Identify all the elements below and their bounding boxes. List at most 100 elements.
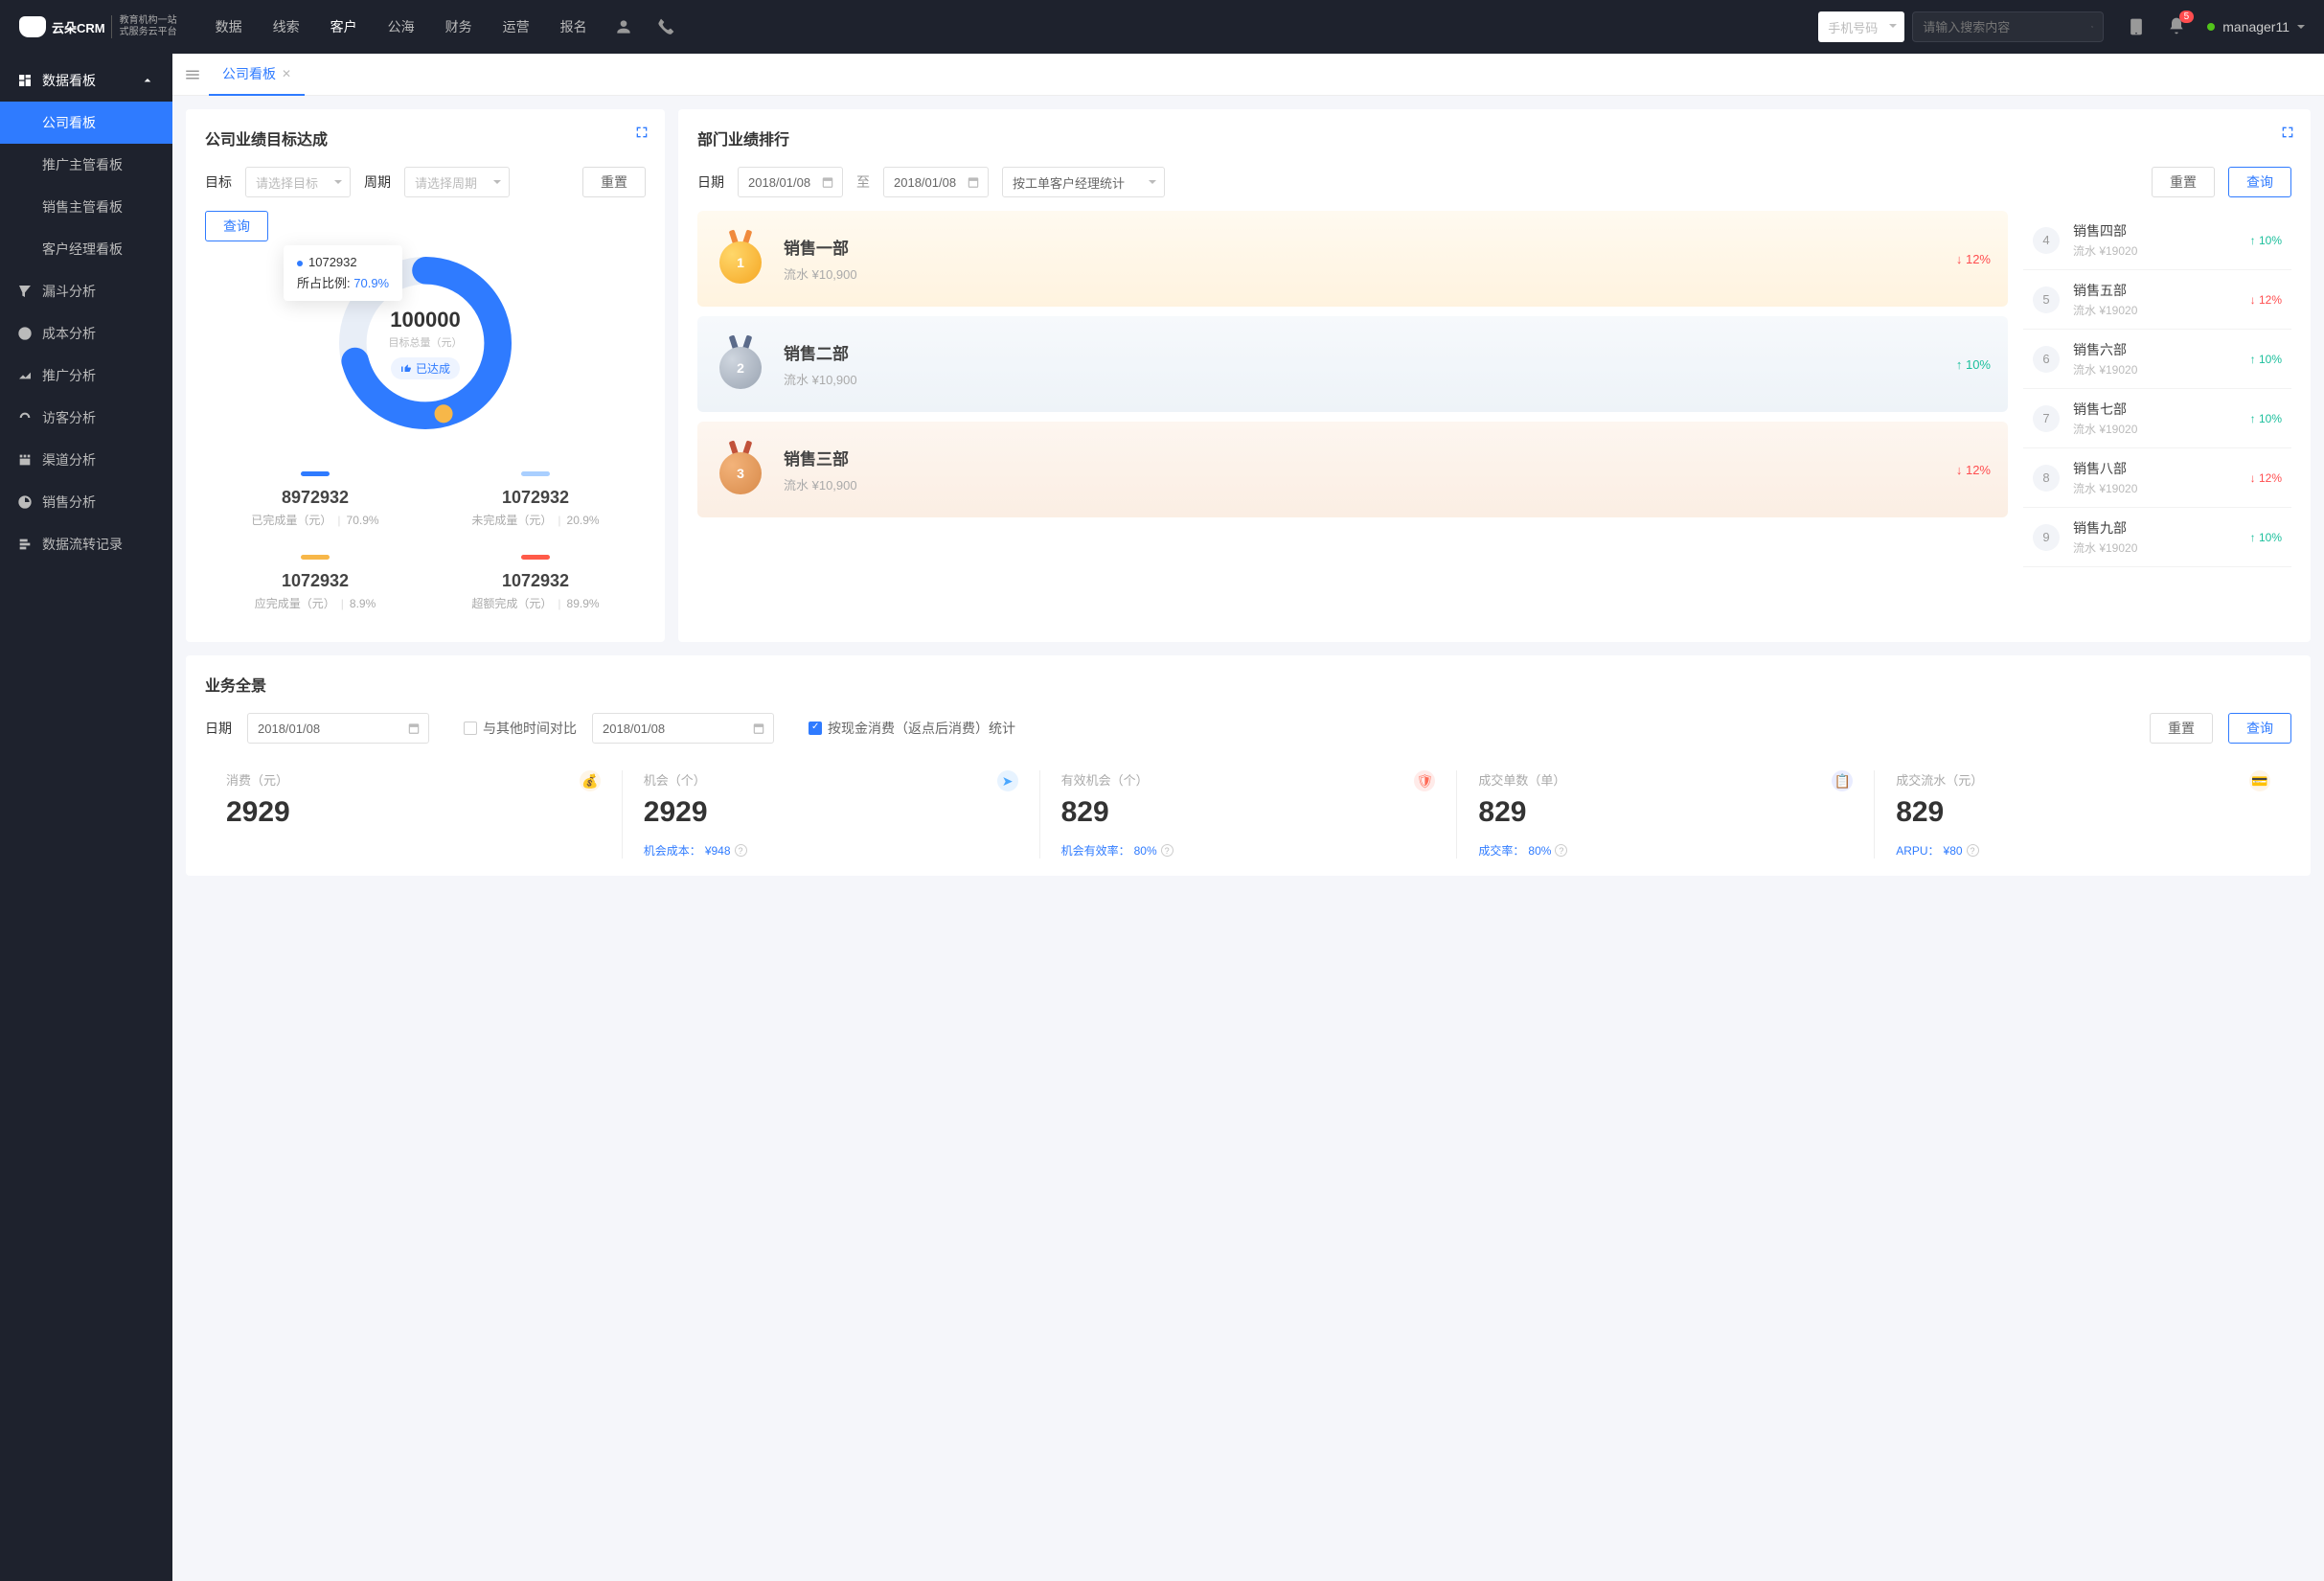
- mobile-icon[interactable]: [2127, 17, 2146, 36]
- person-icon[interactable]: [614, 17, 633, 36]
- sidebar-item-销售主管看板[interactable]: 销售主管看板: [0, 186, 172, 228]
- help-icon[interactable]: ?: [1161, 844, 1173, 857]
- help-icon[interactable]: ?: [1967, 844, 1979, 857]
- rank-row-5[interactable]: 5销售五部流水 ¥1902012%: [2023, 270, 2291, 330]
- expand-icon[interactable]: [2280, 125, 2295, 140]
- sidebar-item-公司看板[interactable]: 公司看板: [0, 102, 172, 144]
- biz-date-label: 日期: [205, 719, 232, 738]
- biz-reset-button[interactable]: 重置: [2150, 713, 2213, 744]
- rankings-card-title: 部门业绩排行: [697, 126, 2291, 149]
- sidebar-entry-成本分析[interactable]: 成本分析: [0, 312, 172, 355]
- search-input[interactable]: [1923, 20, 2091, 34]
- logo-mark: [19, 16, 46, 37]
- username: manager11: [2222, 19, 2290, 34]
- target-query-button[interactable]: 查询: [205, 211, 268, 241]
- donut-center-value: 100000: [390, 308, 460, 332]
- nav-item-财务[interactable]: 财务: [445, 17, 472, 36]
- biz-date-2[interactable]: 2018/01/08: [592, 713, 774, 744]
- stat-icon: 📋: [1832, 770, 1853, 791]
- rank-row-4[interactable]: 4销售四部流水 ¥1902010%: [2023, 211, 2291, 270]
- rank-row-9[interactable]: 9销售九部流水 ¥1902010%: [2023, 508, 2291, 567]
- logo[interactable]: 云朵CRM 教育机构一站 式服务云平台: [19, 15, 177, 38]
- stat-icon: 🛡: [1414, 770, 1435, 791]
- nav-icon: [17, 452, 33, 468]
- search-box: [1912, 11, 2104, 42]
- cash-checkbox[interactable]: 按现金消费（返点后消费）统计: [809, 719, 1015, 738]
- calendar-icon: [967, 175, 980, 189]
- nav-icon: [17, 494, 33, 510]
- sidebar-entry-推广分析[interactable]: 推广分析: [0, 355, 172, 397]
- reached-badge: 已达成: [391, 357, 460, 379]
- rank-date-to[interactable]: 2018/01/08: [883, 167, 989, 197]
- target-card-title: 公司业绩目标达成: [205, 126, 646, 149]
- nav-icon: [17, 326, 33, 341]
- calendar-icon: [821, 175, 834, 189]
- medal-icon: 1: [715, 230, 766, 287]
- tab-company-dashboard[interactable]: 公司看板 ✕: [209, 54, 305, 96]
- sidebar-entry-漏斗分析[interactable]: 漏斗分析: [0, 270, 172, 312]
- stat-icon: ➤: [997, 770, 1018, 791]
- status-dot: [2207, 23, 2215, 31]
- search-type-select[interactable]: 手机号码: [1818, 11, 1904, 42]
- nav-item-运营[interactable]: 运营: [503, 17, 530, 36]
- target-select[interactable]: 请选择目标: [245, 167, 351, 197]
- rank-date-from[interactable]: 2018/01/08: [738, 167, 843, 197]
- medal-icon: 2: [715, 335, 766, 393]
- rank-date-to-label: 至: [856, 172, 870, 192]
- sidebar-entry-访客分析[interactable]: 访客分析: [0, 397, 172, 439]
- metric-已完成量（元）: 8972932已完成量（元）|70.9%: [205, 458, 425, 541]
- compare-checkbox[interactable]: 与其他时间对比: [464, 719, 577, 738]
- stat-成交单数（单）: 成交单数（单）📋829成交率：80% ?: [1457, 770, 1875, 859]
- checkbox-icon: [464, 722, 477, 735]
- rank-top-1[interactable]: 1销售一部流水 ¥10,90012%: [697, 211, 2008, 307]
- metric-超额完成（元）: 1072932超额完成（元）|89.9%: [425, 541, 646, 625]
- stat-icon: 💰: [580, 770, 601, 791]
- nav-item-线索[interactable]: 线索: [273, 17, 300, 36]
- brand-tagline: 教育机构一站 式服务云平台: [111, 15, 177, 38]
- target-label: 目标: [205, 172, 232, 192]
- sidebar-entry-渠道分析[interactable]: 渠道分析: [0, 439, 172, 481]
- biz-query-button[interactable]: 查询: [2228, 713, 2291, 744]
- nav-item-数据[interactable]: 数据: [216, 17, 242, 36]
- thumbs-up-icon: [400, 362, 412, 374]
- sidebar-entry-销售分析[interactable]: 销售分析: [0, 481, 172, 523]
- help-icon[interactable]: ?: [735, 844, 747, 857]
- rank-top-3[interactable]: 3销售三部流水 ¥10,90012%: [697, 422, 2008, 517]
- rank-row-7[interactable]: 7销售七部流水 ¥1902010%: [2023, 389, 2291, 448]
- rank-top-2[interactable]: 2销售二部流水 ¥10,90010%: [697, 316, 2008, 412]
- rank-query-button[interactable]: 查询: [2228, 167, 2291, 197]
- sidebar-entry-数据流转记录[interactable]: 数据流转记录: [0, 523, 172, 565]
- search-icon[interactable]: [2091, 19, 2093, 34]
- target-reset-button[interactable]: 重置: [582, 167, 646, 197]
- rank-row-8[interactable]: 8销售八部流水 ¥1902012%: [2023, 448, 2291, 508]
- biz-date-1[interactable]: 2018/01/08: [247, 713, 429, 744]
- nav-item-客户[interactable]: 客户: [330, 17, 357, 36]
- checkbox-checked-icon: [809, 722, 822, 735]
- period-select[interactable]: 请选择周期: [404, 167, 510, 197]
- metric-未完成量（元）: 1072932未完成量（元）|20.9%: [425, 458, 646, 541]
- stat-消费（元）: 消费（元）💰2929: [205, 770, 623, 859]
- expand-icon[interactable]: [634, 125, 649, 140]
- nav-item-报名[interactable]: 报名: [560, 17, 587, 36]
- rank-row-6[interactable]: 6销售六部流水 ¥1902010%: [2023, 330, 2291, 389]
- phone-icon[interactable]: [656, 17, 675, 36]
- donut-center-sub: 目标总量（元）: [389, 334, 463, 350]
- stat-有效机会（个）: 有效机会（个）🛡829机会有效率：80% ?: [1040, 770, 1458, 859]
- rank-reset-button[interactable]: 重置: [2152, 167, 2215, 197]
- notification-bell[interactable]: 5: [2167, 16, 2186, 38]
- calendar-icon: [752, 722, 765, 735]
- metric-应完成量（元）: 1072932应完成量（元）|8.9%: [205, 541, 425, 625]
- nav-item-公海[interactable]: 公海: [388, 17, 415, 36]
- stat-icon: 💳: [2249, 770, 2270, 791]
- rank-groupby-select[interactable]: 按工单客户经理统计: [1002, 167, 1165, 197]
- stat-成交流水（元）: 成交流水（元）💳829ARPU：¥80 ?: [1875, 770, 2291, 859]
- nav-icon: [17, 368, 33, 383]
- rank-date-label: 日期: [697, 172, 724, 192]
- help-icon[interactable]: ?: [1555, 844, 1567, 857]
- close-icon[interactable]: ✕: [282, 67, 291, 80]
- sidebar-item-客户经理看板[interactable]: 客户经理看板: [0, 228, 172, 270]
- hamburger-icon[interactable]: [184, 66, 201, 83]
- sidebar-group-dashboard[interactable]: 数据看板: [0, 59, 172, 102]
- user-menu[interactable]: manager11: [2207, 19, 2305, 34]
- sidebar-item-推广主管看板[interactable]: 推广主管看板: [0, 144, 172, 186]
